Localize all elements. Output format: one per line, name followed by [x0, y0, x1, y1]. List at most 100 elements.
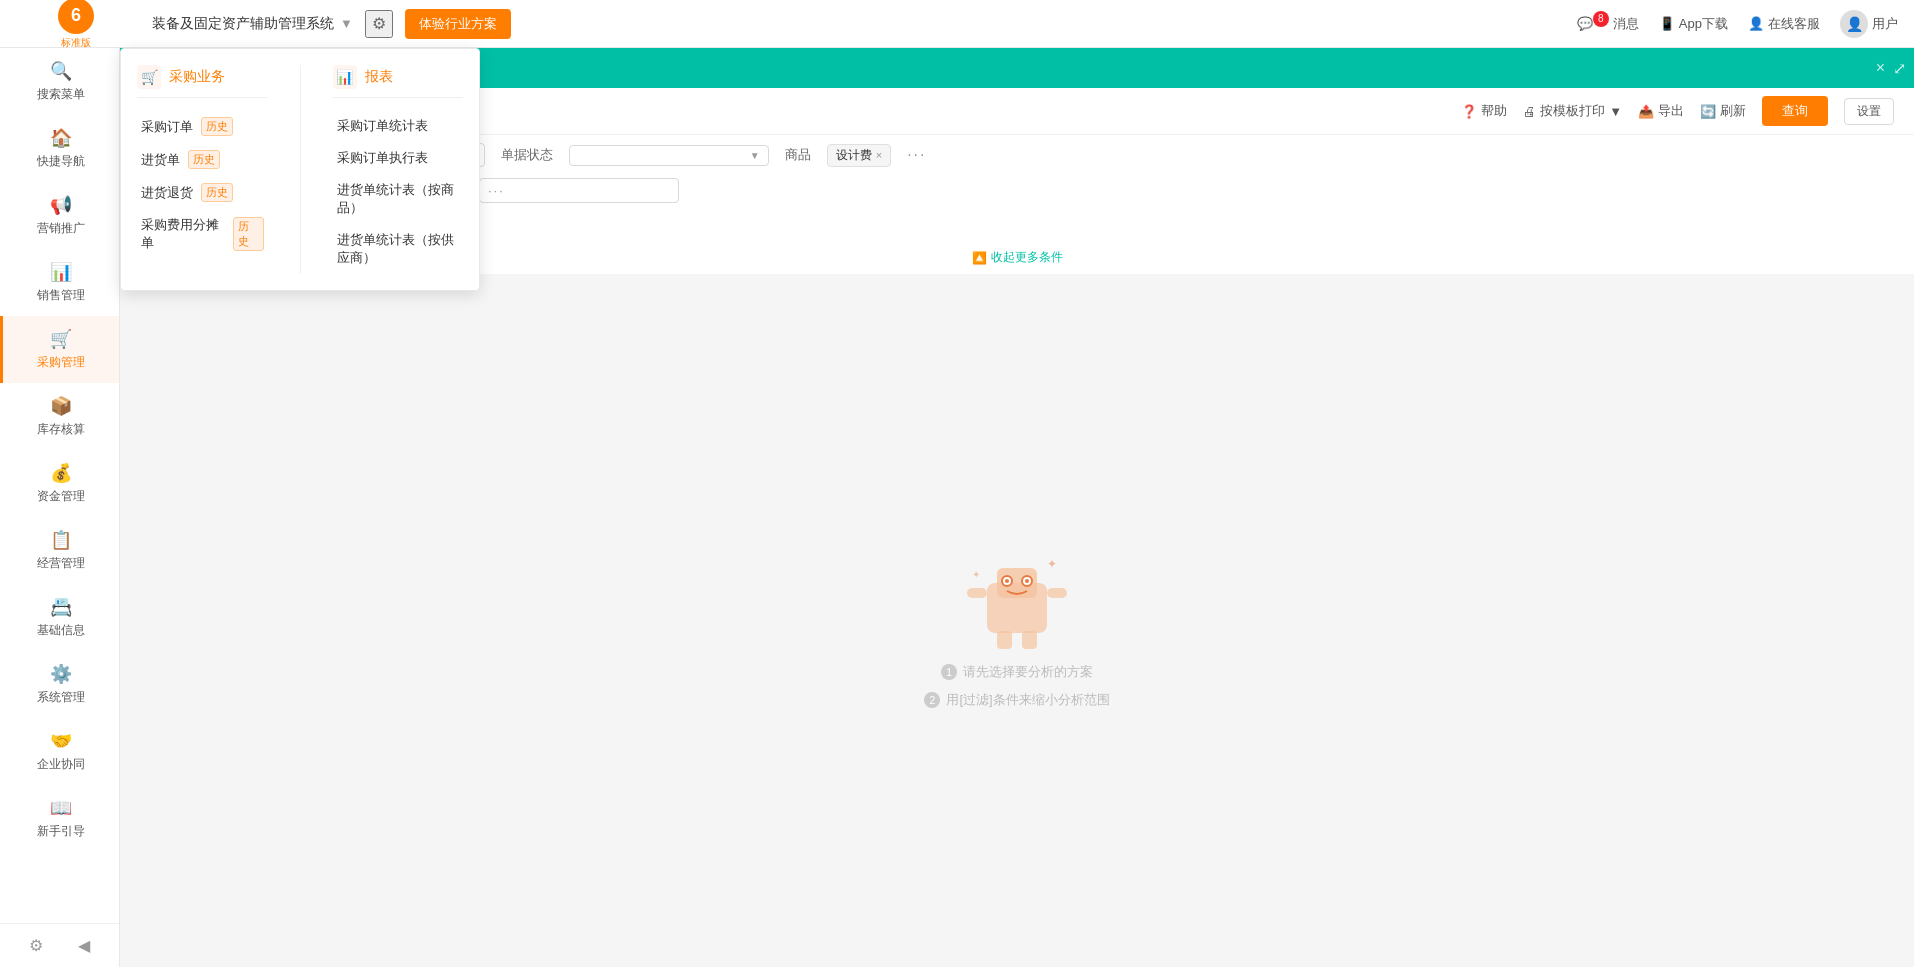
help-icon: ❓: [1461, 104, 1477, 119]
svg-rect-7: [1047, 588, 1067, 598]
user-avatar: 👤: [1840, 10, 1868, 38]
dropdown-item-order-exec[interactable]: 采购订单执行表: [333, 142, 464, 174]
salesperson-more-btn[interactable]: ···: [488, 183, 505, 198]
system-title-dropdown-icon[interactable]: ▼: [340, 16, 353, 31]
service-icon: 👤: [1748, 16, 1764, 31]
sidebar-item-inventory[interactable]: 📦 库存核算: [0, 383, 119, 450]
collapse-btn[interactable]: 🔼 收起更多条件: [972, 249, 1063, 266]
sidebar-settings-icon[interactable]: ⚙: [29, 936, 43, 955]
goods-more-btn[interactable]: ···: [907, 146, 926, 164]
dropdown-item-inbound-stats-supplier[interactable]: 进货单统计表（按供应商）: [333, 224, 464, 274]
sidebar-label-purchase: 采购管理: [37, 354, 85, 371]
history-badge-3: 历史: [233, 217, 263, 251]
online-service-btn[interactable]: 👤 在线客服: [1748, 15, 1820, 33]
industry-btn[interactable]: 体验行业方案: [405, 9, 511, 39]
export-btn[interactable]: 📤 导出: [1638, 102, 1684, 120]
print-template-btn[interactable]: 🖨 按模板打印 ▼: [1523, 102, 1622, 120]
dropdown-item-inbound-stats-goods[interactable]: 进货单统计表（按商品）: [333, 174, 464, 224]
sidebar-label-marketing: 营销推广: [37, 220, 85, 237]
sidebar-item-sales[interactable]: 📊 销售管理: [0, 249, 119, 316]
mobile-icon: 📱: [1659, 16, 1675, 31]
money-icon: 💰: [50, 462, 72, 484]
sidebar-item-marketing[interactable]: 📢 营销推广: [0, 182, 119, 249]
doc-status-label: 单据状态: [501, 146, 553, 164]
sidebar-bottom: ⚙ ◀: [0, 923, 119, 967]
top-header: 6 标准版 装备及固定资产辅助管理系统 ▼ ⚙ 体验行业方案 💬 8 消息 📱 …: [0, 0, 1914, 48]
empty-state: ✦ ✦ 1 请先选择要分析的方案 2 用[过滤]条件来缩小分析范围: [120, 274, 1914, 967]
notification-label: 消息: [1613, 15, 1639, 33]
dropdown-cols: 🛒 采购业务 采购订单 历史 进货单 历史 进货退货 历史 采购费用分摊单 历史: [137, 65, 463, 274]
purchase-dropdown-menu: 🛒 采购业务 采购订单 历史 进货单 历史 进货退货 历史 采购费用分摊单 历史: [120, 48, 480, 291]
dropdown-item-expense[interactable]: 采购费用分摊单 历史: [137, 209, 268, 259]
print-dropdown-icon: ▼: [1609, 104, 1622, 119]
sidebar-item-purchase[interactable]: 🛒 采购管理: [0, 316, 119, 383]
sidebar-label-finance: 资金管理: [37, 488, 85, 505]
system-title: 装备及固定资产辅助管理系统: [152, 15, 334, 33]
goods-tag-close-icon[interactable]: ×: [876, 149, 882, 161]
purchase-col-icon: 🛒: [137, 65, 161, 89]
svg-rect-6: [967, 588, 987, 598]
settings-icon-btn[interactable]: ⚙: [365, 10, 393, 38]
sidebar-label-system: 系统管理: [37, 689, 85, 706]
sidebar-item-guide[interactable]: 📖 新手引导: [0, 785, 119, 852]
box-icon: 📦: [50, 395, 72, 417]
gear-icon: ⚙️: [50, 663, 72, 685]
empty-illustration: ✦ ✦: [957, 533, 1077, 653]
sidebar-item-search[interactable]: 🔍 搜索菜单: [0, 48, 119, 115]
dropdown-item-order-stats[interactable]: 采购订单统计表: [333, 110, 464, 142]
sidebar-label-inventory: 库存核算: [37, 421, 85, 438]
settings-form-btn[interactable]: 设置: [1844, 98, 1894, 125]
sidebar: 🔍 搜索菜单 🏠 快捷导航 📢 营销推广 📊 销售管理 🛒 采购管理 📦 库存核…: [0, 48, 120, 967]
sidebar-label-guide: 新手引导: [37, 823, 85, 840]
cart-icon: 🛒: [50, 328, 72, 350]
search-icon: 🔍: [50, 60, 72, 82]
book-icon: 📖: [50, 797, 72, 819]
empty-hint-1: 1 请先选择要分析的方案: [941, 663, 1093, 681]
purchase-col-title: 采购业务: [169, 68, 225, 86]
refresh-btn[interactable]: 🔄 刷新: [1700, 102, 1746, 120]
user-menu[interactable]: 👤 用户: [1840, 10, 1898, 38]
sidebar-label-search: 搜索菜单: [37, 86, 85, 103]
tab-close-btn[interactable]: ×: [1876, 59, 1885, 78]
query-btn[interactable]: 查询: [1762, 96, 1828, 126]
header-right: 💬 8 消息 📱 App下载 👤 在线客服 👤 用户: [1577, 10, 1898, 38]
tab-action-icons: × ⤢: [1876, 59, 1906, 78]
card-icon: 📇: [50, 596, 72, 618]
sidebar-item-basic-info[interactable]: 📇 基础信息: [0, 584, 119, 651]
dropdown-col-report-header: 📊 报表: [333, 65, 464, 98]
history-badge-0: 历史: [201, 117, 233, 136]
dropdown-col-report: 📊 报表 采购订单统计表 采购订单执行表 进货单统计表（按商品） 进货单统计表（…: [333, 65, 464, 274]
sidebar-item-enterprise[interactable]: 🤝 企业协同: [0, 718, 119, 785]
svg-point-4: [1005, 579, 1009, 583]
dropdown-divider: [300, 65, 301, 274]
doc-status-dropdown-icon: ▼: [750, 150, 760, 161]
sidebar-label-quick-nav: 快捷导航: [37, 153, 85, 170]
sidebar-item-finance[interactable]: 💰 资金管理: [0, 450, 119, 517]
dropdown-item-inbound[interactable]: 进货单 历史: [137, 143, 268, 176]
svg-rect-8: [997, 631, 1012, 649]
history-badge-1: 历史: [188, 150, 220, 169]
dropdown-item-return[interactable]: 进货退货 历史: [137, 176, 268, 209]
svg-text:✦: ✦: [972, 569, 980, 580]
clipboard-icon: 📋: [50, 529, 72, 551]
help-btn[interactable]: ❓ 帮助: [1461, 102, 1507, 120]
dropdown-col-purchase: 🛒 采购业务 采购订单 历史 进货单 历史 进货退货 历史 采购费用分摊单 历史: [137, 65, 268, 274]
salesperson-field[interactable]: ···: [479, 178, 679, 203]
tab-expand-btn[interactable]: ⤢: [1893, 59, 1906, 78]
sidebar-collapse-icon[interactable]: ◀: [78, 936, 90, 955]
report-col-title: 报表: [365, 68, 393, 86]
report-col-icon: 📊: [333, 65, 357, 89]
app-download-btn[interactable]: 📱 App下载: [1659, 15, 1728, 33]
goods-label: 商品: [785, 146, 811, 164]
doc-status-field[interactable]: ▼: [569, 145, 769, 166]
sidebar-item-system[interactable]: ⚙️ 系统管理: [0, 651, 119, 718]
sidebar-label-operations: 经营管理: [37, 555, 85, 572]
sidebar-label-basic-info: 基础信息: [37, 622, 85, 639]
logo-icon: 6: [58, 0, 94, 34]
dropdown-item-purchase-order[interactable]: 采购订单 历史: [137, 110, 268, 143]
sidebar-item-quick-nav[interactable]: 🏠 快捷导航: [0, 115, 119, 182]
sidebar-item-operations[interactable]: 📋 经营管理: [0, 517, 119, 584]
notification-btn[interactable]: 💬 8 消息: [1577, 15, 1639, 33]
empty-hint-2: 2 用[过滤]条件来缩小分析范围: [924, 691, 1109, 709]
chart-icon: 📊: [50, 261, 72, 283]
